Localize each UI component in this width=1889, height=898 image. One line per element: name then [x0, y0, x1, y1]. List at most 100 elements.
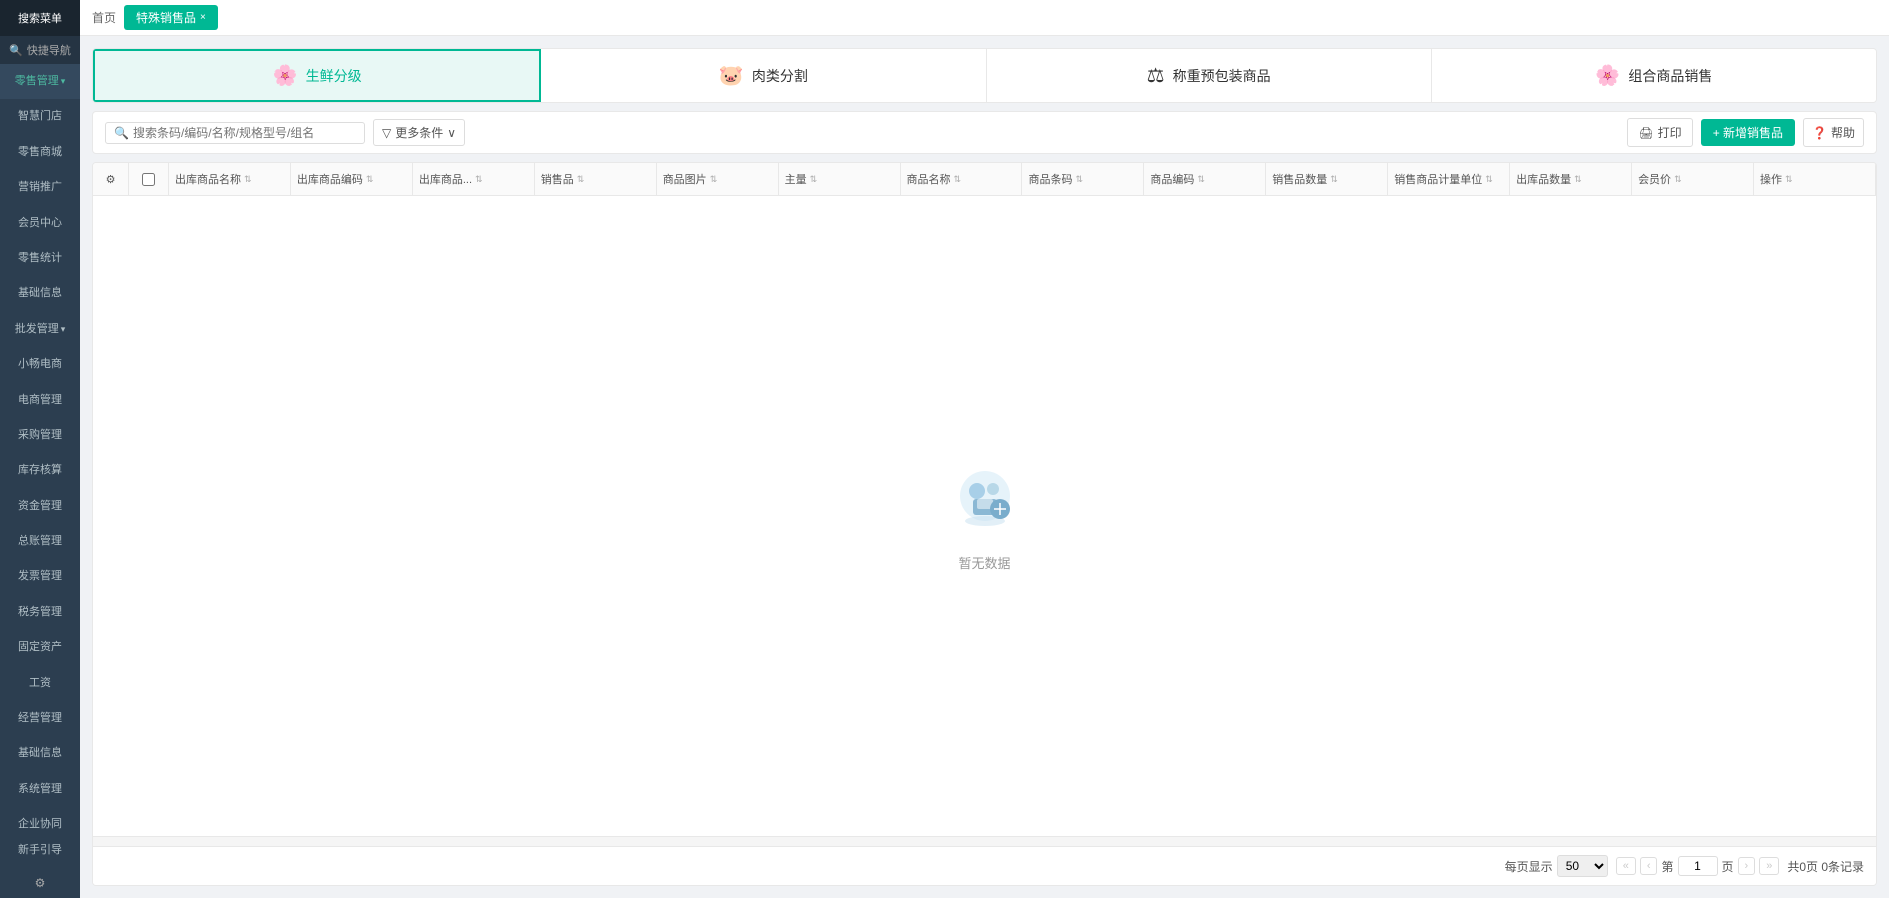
help-button[interactable]: ❓ 帮助	[1803, 118, 1864, 147]
close-tab-icon[interactable]: ×	[200, 12, 206, 23]
search-icon: 🔍	[114, 126, 129, 140]
sort-icon-out-spec[interactable]: ⇅	[475, 174, 483, 185]
page-size-select: 每页显示 102050100	[1505, 855, 1608, 877]
select-all-checkbox[interactable]	[142, 173, 155, 186]
th-out-name: 出库商品名称⇅	[169, 163, 291, 195]
sidebar-item-purchase-mgmt[interactable]: 采购管理	[0, 418, 80, 453]
table-settings-icon[interactable]: ⚙	[106, 173, 116, 186]
sort-icon-g-name[interactable]: ⇅	[954, 174, 962, 185]
sidebar-item-inventory[interactable]: 库存核算	[0, 453, 80, 488]
sort-icon-g-code[interactable]: ⇅	[1197, 174, 1205, 185]
sort-icon-sale-qty[interactable]: ⇅	[1330, 174, 1338, 185]
sidebar-settings[interactable]: ⚙	[0, 868, 80, 898]
search-input[interactable]	[133, 126, 353, 140]
sidebar-item-invoice-mgmt[interactable]: 发票管理	[0, 559, 80, 594]
sidebar-item-marketing[interactable]: 营销推广	[0, 170, 80, 205]
sidebar-item-members[interactable]: 会员中心	[0, 206, 80, 241]
search-box[interactable]: 🔍	[105, 122, 365, 144]
print-button[interactable]: 🖨 打印	[1627, 118, 1692, 147]
sidebar-item-basic-info[interactable]: 基础信息	[0, 276, 80, 311]
th-label-out-name: 出库商品名称	[175, 171, 241, 187]
th-out-qty: 出库品数量⇅	[1510, 163, 1632, 195]
sort-icon-out-code[interactable]: ⇅	[366, 174, 374, 185]
prev-page-button[interactable]: ‹	[1640, 857, 1658, 875]
empty-illustration	[945, 461, 1025, 541]
sidebar-item-fixed-assets[interactable]: 固定资产	[0, 630, 80, 665]
sidebar-item-general-ledger[interactable]: 总账管理	[0, 524, 80, 559]
toolbar-left: 🔍 ▽ 更多条件 ∨	[105, 119, 465, 146]
category-tab-fresh-grade[interactable]: 🌸 生鲜分级	[93, 49, 541, 102]
cat-tab-label-weight-pack: 称重预包装商品	[1173, 66, 1271, 86]
search-icon: 🔍	[9, 44, 23, 57]
sidebar-item-tax-mgmt[interactable]: 税务管理	[0, 595, 80, 630]
sidebar-item-finance[interactable]: 资金管理	[0, 489, 80, 524]
sidebar-item-retail-mall[interactable]: 零售商城	[0, 135, 80, 170]
category-tab-weight-pack[interactable]: ⚖称重预包装商品	[987, 49, 1432, 102]
sort-icon-out-name[interactable]: ⇅	[244, 174, 252, 185]
topbar-home[interactable]: 首页	[92, 9, 116, 26]
topbar: 首页 特殊销售品 ×	[80, 0, 1889, 36]
horizontal-scrollbar[interactable]	[93, 836, 1876, 846]
sidebar-item-sys-mgmt[interactable]: 系统管理	[0, 772, 80, 807]
sidebar-item-label: 营销推广	[18, 180, 62, 195]
sort-icon-weight[interactable]: ⇅	[810, 174, 818, 185]
sort-icon-img[interactable]: ⇅	[710, 174, 718, 185]
cat-tab-icon-fresh-grade: 🌸	[273, 63, 298, 88]
page-label: 第	[1661, 858, 1673, 875]
quick-nav-label: 快捷导航	[27, 42, 71, 58]
topbar-active-tab[interactable]: 特殊销售品 ×	[124, 5, 218, 30]
sidebar-item-salary[interactable]: 工资	[0, 666, 80, 701]
sidebar-item-basic-info2[interactable]: 基础信息	[0, 736, 80, 771]
sidebar-item-enterprise[interactable]: 企业协同	[0, 807, 80, 832]
sidebar-item-label: 小畅电商	[18, 357, 62, 372]
sidebar-logo[interactable]: 搜索菜单	[0, 0, 80, 36]
th-g-code: 商品编码⇅	[1144, 163, 1266, 195]
th-op: 操作⇅	[1754, 163, 1876, 195]
th-label-weight: 主量	[785, 171, 807, 187]
filter-button[interactable]: ▽ 更多条件 ∨	[373, 119, 465, 146]
sort-icon-member-price[interactable]: ⇅	[1674, 174, 1682, 185]
th-label-g-code: 商品编码	[1150, 171, 1194, 187]
next-page-button[interactable]: ›	[1738, 857, 1756, 875]
sidebar-item-smart-store[interactable]: 智慧门店	[0, 99, 80, 134]
th-settings[interactable]: ⚙	[93, 163, 129, 195]
page-input[interactable]	[1678, 856, 1718, 876]
table-header: ⚙出库商品名称⇅出库商品编码⇅出库商品...⇅销售品⇅商品图片⇅主量⇅商品名称⇅…	[93, 163, 1876, 196]
sidebar-item-operations[interactable]: 经营管理	[0, 701, 80, 736]
sort-icon-barcode[interactable]: ⇅	[1075, 174, 1083, 185]
th-label-unit: 销售商品计量单位	[1394, 171, 1482, 187]
category-tab-meat-cut[interactable]: 🐷肉类分割	[541, 49, 986, 102]
sidebar-item-label: 电商管理	[18, 393, 62, 408]
sidebar-item-label: 零售管理	[15, 74, 59, 89]
cat-tab-label-fresh-grade: 生鲜分级	[306, 66, 362, 86]
th-out-code: 出库商品编码⇅	[291, 163, 413, 195]
help-label: 帮助	[1831, 124, 1855, 141]
sort-icon-out-qty[interactable]: ⇅	[1574, 174, 1582, 185]
first-page-button[interactable]: «	[1616, 857, 1636, 875]
sidebar-item-wholesale-mgmt[interactable]: 批发管理▾	[0, 312, 80, 347]
sidebar-item-retail-stats[interactable]: 零售统计	[0, 241, 80, 276]
sort-icon-sale-item[interactable]: ⇅	[577, 174, 585, 185]
sidebar-search[interactable]: 🔍 快捷导航	[0, 36, 80, 64]
last-page-button[interactable]: »	[1759, 857, 1779, 875]
sidebar-item-label: 资金管理	[18, 499, 62, 514]
toolbar: 🔍 ▽ 更多条件 ∨ 🖨 打印 + 新增销售品 ❓	[92, 111, 1877, 154]
sidebar-item-new-guide[interactable]: 新手引导	[0, 833, 80, 868]
sort-icon-op[interactable]: ⇅	[1785, 174, 1793, 185]
category-tab-combo[interactable]: 🌸组合商品销售	[1432, 49, 1876, 102]
add-sale-button[interactable]: + 新增销售品	[1701, 119, 1795, 146]
th-check[interactable]	[129, 163, 169, 195]
sidebar-item-label: 采购管理	[18, 428, 62, 443]
sidebar-item-retail-mgmt[interactable]: 零售管理▾	[0, 64, 80, 99]
page-size-label: 每页显示	[1505, 858, 1553, 875]
th-label-out-spec: 出库商品...	[419, 171, 472, 187]
cat-tab-icon-meat-cut: 🐷	[719, 63, 744, 88]
sidebar-item-ecom-mgmt[interactable]: 电商管理	[0, 383, 80, 418]
empty-text: 暂无数据	[958, 553, 1010, 572]
sort-icon-unit[interactable]: ⇅	[1485, 174, 1493, 185]
sidebar-item-mini-ecom[interactable]: 小畅电商	[0, 347, 80, 382]
sidebar-item-label: 库存核算	[18, 463, 62, 478]
page-size-dropdown[interactable]: 102050100	[1557, 855, 1608, 877]
page-nav: « ‹ 第 页 › »	[1616, 856, 1780, 876]
table-scroll[interactable]: ⚙出库商品名称⇅出库商品编码⇅出库商品...⇅销售品⇅商品图片⇅主量⇅商品名称⇅…	[93, 163, 1876, 196]
